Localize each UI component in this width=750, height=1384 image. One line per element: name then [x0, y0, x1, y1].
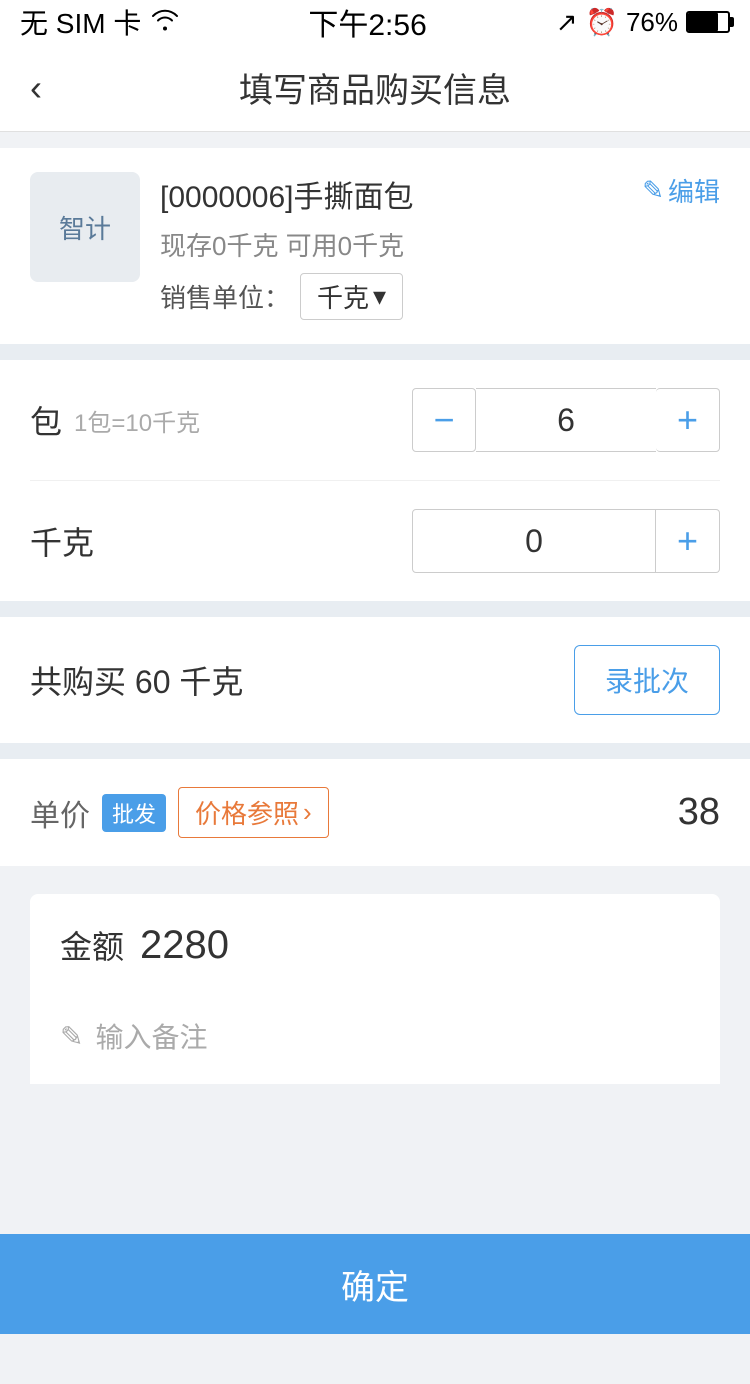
price-value: 38: [678, 791, 720, 834]
price-row: 单价 批发 价格参照 › 38: [30, 787, 720, 838]
price-section: 单价 批发 价格参照 › 38: [0, 759, 750, 866]
page-title: 填写商品购买信息: [239, 63, 511, 112]
status-bar: 无 SIM 卡 下午2:56 ↗ ⏰ 76%: [0, 0, 750, 44]
battery-icon: [686, 11, 730, 33]
product-logo-text: 智计: [59, 209, 111, 246]
input-section: 包 1包=10千克 − + 千克 +: [0, 360, 750, 601]
batch-button[interactable]: 录批次: [574, 645, 720, 715]
note-row[interactable]: ✎ 输入备注: [30, 996, 720, 1084]
price-ref-arrow-icon: ›: [303, 797, 312, 828]
product-info: [0000006]手撕面包 ✎ 编辑 现存0千克 可用0千克 销售单位： 千克 …: [160, 172, 720, 320]
amount-section: 金额 2280 ✎ 输入备注: [0, 866, 750, 1084]
amount-value: 2280: [140, 923, 229, 968]
product-name-text: 手撕面包: [293, 181, 413, 214]
unit-select[interactable]: 千克 ▾: [300, 273, 403, 320]
price-label: 单价: [30, 791, 90, 835]
product-thumbnail: 智计: [30, 172, 140, 282]
pencil-icon: ✎: [60, 1020, 83, 1053]
kg-qty-control: +: [412, 509, 720, 573]
edit-icon: ✎: [642, 175, 664, 206]
status-left: 无 SIM 卡: [20, 2, 179, 42]
kg-label: 千克: [30, 518, 94, 564]
section-divider-1: [0, 344, 750, 360]
unit-label: 销售单位：: [160, 278, 290, 315]
bao-input-row: 包 1包=10千克 − +: [30, 360, 720, 481]
bao-increment-button[interactable]: +: [656, 388, 720, 452]
wifi-icon: [151, 6, 179, 38]
bao-qty-control: − +: [412, 388, 720, 452]
price-ref-label: 价格参照: [195, 794, 299, 831]
carrier-label: 无 SIM 卡: [20, 2, 141, 42]
kg-input-row: 千克 +: [30, 481, 720, 601]
status-right: ↗ ⏰ 76%: [556, 7, 730, 38]
product-card: 智计 [0000006]手撕面包 ✎ 编辑 现存0千克 可用0千克 销售单位： …: [0, 148, 750, 344]
note-placeholder: 输入备注: [95, 1016, 207, 1056]
edit-button[interactable]: ✎ 编辑: [642, 172, 720, 209]
product-name: [0000006]手撕面包: [160, 172, 413, 216]
bao-input[interactable]: [476, 388, 656, 452]
product-stock: 现存0千克 可用0千克: [160, 226, 720, 263]
alarm-icon: ⏰: [586, 7, 618, 38]
confirm-button-label: 确定: [341, 1260, 409, 1309]
product-name-row: [0000006]手撕面包 ✎ 编辑: [160, 172, 720, 216]
pifa-badge: 批发: [102, 794, 166, 832]
bao-hint: 1包=10千克: [74, 403, 200, 438]
edit-label: 编辑: [668, 172, 720, 209]
nav-bar: ‹ 填写商品购买信息: [0, 44, 750, 132]
section-divider-3: [0, 743, 750, 759]
unit-chevron-icon: ▾: [373, 281, 386, 312]
price-label-group: 单价 批发 价格参照 ›: [30, 787, 329, 838]
section-divider-2: [0, 601, 750, 617]
price-ref-button[interactable]: 价格参照 ›: [178, 787, 329, 838]
kg-input[interactable]: [412, 509, 656, 573]
total-amount: 60: [135, 664, 171, 700]
product-unit-row: 销售单位： 千克 ▾: [160, 273, 720, 320]
location-icon: ↗: [556, 7, 578, 38]
back-button[interactable]: ‹: [30, 67, 42, 109]
bao-decrement-button[interactable]: −: [412, 388, 476, 452]
bao-label: 包 1包=10千克: [30, 397, 200, 443]
status-time: 下午2:56: [308, 0, 426, 44]
kg-increment-button[interactable]: +: [656, 509, 720, 573]
battery-percent: 76%: [626, 7, 678, 38]
amount-row: 金额 2280: [30, 894, 720, 996]
unit-value: 千克: [317, 278, 369, 315]
confirm-bar[interactable]: 确定: [0, 1234, 750, 1334]
product-code: [0000006]: [160, 181, 293, 214]
total-row: 共购买 60 千克 录批次: [0, 617, 750, 743]
amount-label: 金额: [60, 922, 124, 968]
total-text: 共购买 60 千克: [30, 657, 243, 703]
